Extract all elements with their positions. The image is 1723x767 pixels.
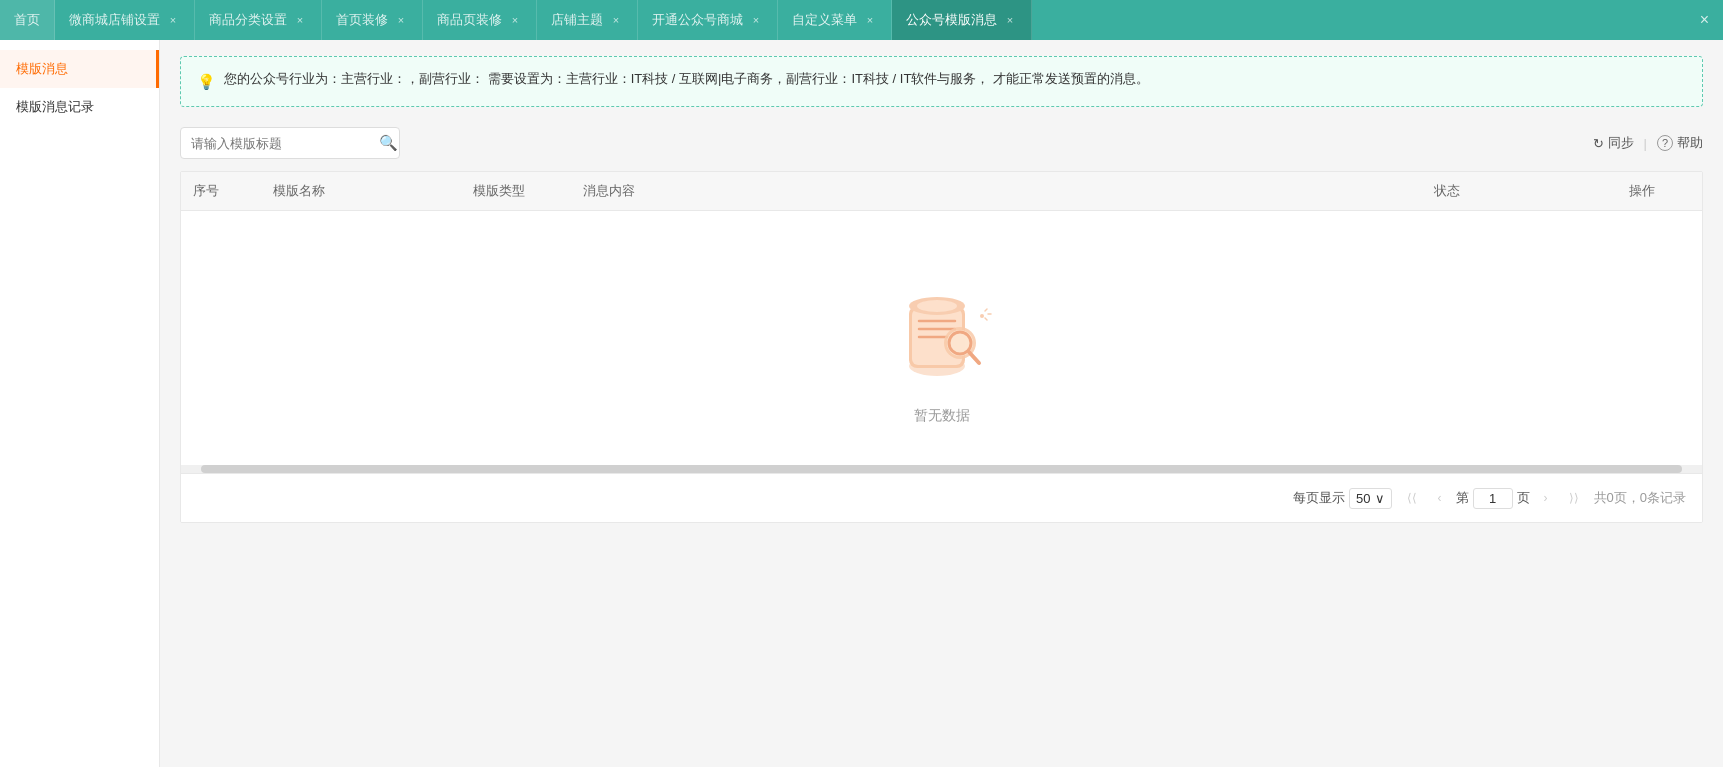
- empty-state: 暂无数据: [181, 211, 1702, 465]
- prev-page-button[interactable]: ‹: [1428, 486, 1452, 510]
- empty-text: 暂无数据: [914, 407, 970, 425]
- next-page-button[interactable]: ›: [1534, 486, 1558, 510]
- close-product-decoration[interactable]: ×: [508, 13, 522, 27]
- content-area: 💡 您的公众号行业为：主营行业：，副营行业： 需要设置为：主营行业：IT科技 /…: [160, 40, 1723, 767]
- search-bar: 🔍 ↻ 同步 | ? 帮助: [180, 127, 1703, 159]
- nav-tab-store-settings[interactable]: 微商城店铺设置 ×: [55, 0, 195, 40]
- help-button[interactable]: ? 帮助: [1657, 134, 1703, 152]
- page-prefix-label: 第: [1456, 489, 1469, 507]
- nav-tab-home-decoration[interactable]: 首页装修 ×: [322, 0, 423, 40]
- nav-tab-custom-menu-label: 自定义菜单: [792, 11, 857, 29]
- search-actions: ↻ 同步 | ? 帮助: [1593, 134, 1703, 152]
- sync-label: 同步: [1608, 134, 1634, 152]
- notice-content: 您的公众号行业为：主营行业：，副营行业： 需要设置为：主营行业：IT科技 / 互…: [224, 69, 1149, 90]
- th-seq: 序号: [181, 172, 261, 210]
- first-page-button[interactable]: ⟨⟨: [1400, 486, 1424, 510]
- th-content: 消息内容: [571, 172, 1422, 210]
- sidebar-item-template-message-label: 模版消息: [16, 61, 68, 76]
- th-status: 状态: [1422, 172, 1582, 210]
- nav-tab-product-decoration-label: 商品页装修: [437, 11, 502, 29]
- notice-highlight: 需要设置为：主营行业：IT科技 / 互联网|电子商务，副营行业：IT科技 / I…: [488, 71, 990, 86]
- nav-tab-store-settings-label: 微商城店铺设置: [69, 11, 160, 29]
- nav-tab-store-theme[interactable]: 店铺主题 ×: [537, 0, 638, 40]
- sidebar: 模版消息 模版消息记录: [0, 40, 160, 767]
- close-category-settings[interactable]: ×: [293, 13, 307, 27]
- close-open-mall[interactable]: ×: [749, 13, 763, 27]
- page-size-select[interactable]: 50 ∨: [1349, 488, 1391, 509]
- close-custom-menu[interactable]: ×: [863, 13, 877, 27]
- pagination: 每页显示 50 ∨ ⟨⟨ ‹ 第 页 › ⟩⟩ 共0页，0条记录: [181, 473, 1702, 522]
- close-template-msg[interactable]: ×: [1003, 13, 1017, 27]
- search-icon: 🔍: [379, 134, 398, 151]
- search-box: 🔍: [180, 127, 400, 159]
- total-text: 共0页，0条记录: [1594, 489, 1686, 507]
- nav-tab-home-label: 首页: [14, 11, 40, 29]
- nav-tab-store-theme-label: 店铺主题: [551, 11, 603, 29]
- svg-line-15: [985, 318, 987, 320]
- top-nav: 首页 微商城店铺设置 × 商品分类设置 × 首页装修 × 商品页装修 × 店铺主…: [0, 0, 1723, 40]
- svg-line-13: [985, 309, 987, 311]
- svg-point-7: [917, 300, 957, 312]
- notice-suffix: 才能正常发送预置的消息。: [993, 71, 1149, 86]
- svg-line-11: [969, 352, 979, 363]
- nav-tab-custom-menu[interactable]: 自定义菜单 ×: [778, 0, 892, 40]
- nav-tab-home[interactable]: 首页: [0, 0, 55, 40]
- page-size-label: 每页显示: [1293, 489, 1345, 507]
- notice-box: 💡 您的公众号行业为：主营行业：，副营行业： 需要设置为：主营行业：IT科技 /…: [180, 56, 1703, 107]
- sidebar-item-template-message-log[interactable]: 模版消息记录: [0, 88, 159, 126]
- page-size-chevron: ∨: [1375, 491, 1385, 506]
- action-divider: |: [1644, 136, 1647, 151]
- notice-icon: 💡: [197, 70, 216, 94]
- page-suffix-label: 页: [1517, 489, 1530, 507]
- last-page-button[interactable]: ⟩⟩: [1562, 486, 1586, 510]
- nav-tab-open-mall[interactable]: 开通公众号商城 ×: [638, 0, 778, 40]
- notice-prefix: 您的公众号行业为：主营行业：，副营行业：: [224, 71, 484, 86]
- nav-tab-category-settings-label: 商品分类设置: [209, 11, 287, 29]
- sync-button[interactable]: ↻ 同步: [1593, 134, 1634, 152]
- th-type: 模版类型: [461, 172, 571, 210]
- page-size-value: 50: [1356, 491, 1370, 506]
- close-store-theme[interactable]: ×: [609, 13, 623, 27]
- sync-icon: ↻: [1593, 136, 1604, 151]
- page-number-input[interactable]: [1473, 488, 1513, 509]
- nav-tab-category-settings[interactable]: 商品分类设置 ×: [195, 0, 322, 40]
- nav-tab-template-msg-label: 公众号模版消息: [906, 11, 997, 29]
- help-icon: ?: [1657, 135, 1673, 151]
- sidebar-item-template-message-log-label: 模版消息记录: [16, 99, 94, 114]
- nav-tab-open-mall-label: 开通公众号商城: [652, 11, 743, 29]
- close-all-button[interactable]: ×: [1686, 11, 1723, 29]
- th-name: 模版名称: [261, 172, 461, 210]
- svg-point-12: [980, 314, 984, 318]
- help-label: 帮助: [1677, 134, 1703, 152]
- search-button[interactable]: 🔍: [369, 128, 400, 158]
- search-input[interactable]: [181, 130, 369, 157]
- main-layout: 模版消息 模版消息记录 💡 您的公众号行业为：主营行业：，副营行业： 需要设置为…: [0, 40, 1723, 767]
- table-header: 序号 模版名称 模版类型 消息内容 状态 操作: [181, 172, 1702, 211]
- sidebar-item-template-message[interactable]: 模版消息: [0, 50, 159, 88]
- nav-tab-product-decoration[interactable]: 商品页装修 ×: [423, 0, 537, 40]
- nav-tab-template-msg[interactable]: 公众号模版消息 ×: [892, 0, 1032, 40]
- close-home-decoration[interactable]: ×: [394, 13, 408, 27]
- page-nav: ⟨⟨ ‹ 第 页 › ⟩⟩: [1400, 486, 1586, 510]
- table-scrollbar[interactable]: [181, 465, 1702, 473]
- data-table: 序号 模版名称 模版类型 消息内容 状态 操作: [180, 171, 1703, 523]
- close-store-settings[interactable]: ×: [166, 13, 180, 27]
- page-size-section: 每页显示 50 ∨: [1293, 488, 1391, 509]
- nav-tab-home-decoration-label: 首页装修: [336, 11, 388, 29]
- empty-illustration: [882, 271, 1002, 391]
- close-all-icon: ×: [1700, 11, 1709, 29]
- th-action: 操作: [1582, 172, 1702, 210]
